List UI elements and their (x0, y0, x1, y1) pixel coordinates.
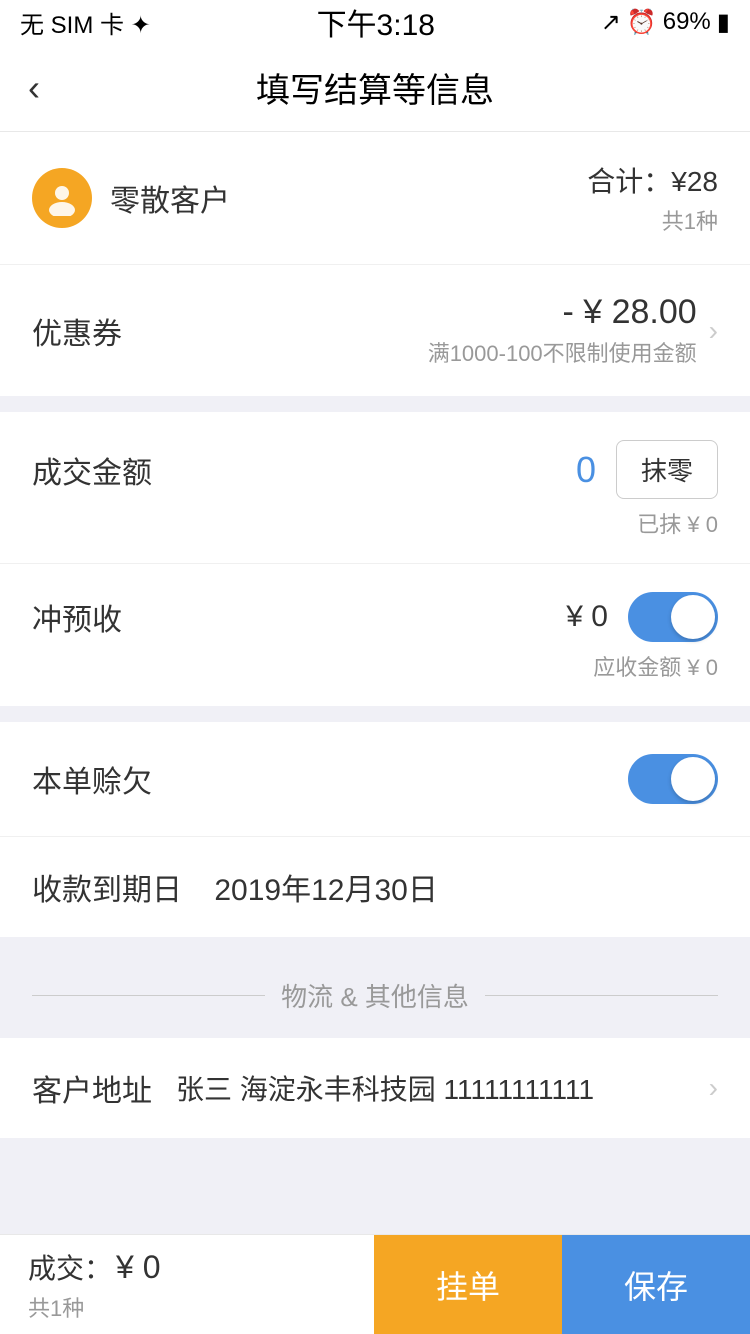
bottom-bar: 成交： ¥ 0 共1种 挂单 保存 (0, 1234, 750, 1334)
status-right: ↗ ⏰ 69% ▮ (601, 8, 730, 37)
deal-label: 成交： (28, 1247, 112, 1287)
coupon-row[interactable]: 优惠券 - ¥ 28.00 满1000-100不限制使用金额 › (0, 264, 750, 396)
bottom-count: 共1种 (28, 1291, 346, 1323)
address-label: 客户地址 (32, 1066, 152, 1110)
address-chevron-icon: › (709, 1072, 718, 1104)
battery-level: 69% (663, 8, 711, 36)
coupon-amount: - ¥ 28.00 (428, 293, 697, 332)
transaction-row: 成交金额 0 抹零 (0, 412, 750, 507)
prepay-row: 冲预收 ¥ 0 (0, 564, 750, 650)
debt-toggle-knob (671, 757, 715, 801)
address-row[interactable]: 客户地址 张三 海淀永丰科技园 11111111111 › (0, 1038, 750, 1138)
coupon-desc: 满1000-100不限制使用金额 (428, 336, 697, 368)
round-button[interactable]: 抹零 (616, 440, 718, 499)
debt-row: 本单赊欠 (0, 722, 750, 836)
debt-toggle[interactable] (628, 754, 718, 804)
status-bar: 无 SIM 卡 ✦ 下午3:18 ↗ ⏰ 69% ▮ (0, 0, 750, 44)
due-date-label: 收款到期日 (32, 874, 182, 907)
nav-bar: ‹ 填写结算等信息 (0, 44, 750, 132)
debt-label: 本单赊欠 (32, 757, 152, 801)
logistics-header: 物流 & 其他信息 (0, 953, 750, 1038)
coupon-detail: - ¥ 28.00 满1000-100不限制使用金额 (428, 293, 697, 368)
prepay-amount: ¥ 0 (566, 600, 608, 634)
toggle-knob (671, 595, 715, 639)
coupon-right: - ¥ 28.00 满1000-100不限制使用金额 › (428, 293, 718, 368)
transaction-value: 0 (576, 449, 596, 491)
address-section: 客户地址 张三 海淀永丰科技园 11111111111 › (0, 1038, 750, 1138)
alarm-icon: ⏰ (627, 8, 657, 37)
address-value: 张三 海淀永丰科技园 11111111111 (176, 1068, 709, 1108)
debt-section: 本单赊欠 收款到期日 2019年12月30日 (0, 722, 750, 937)
total-count: 共1种 (587, 204, 718, 236)
customer-info: 零散客户 (32, 168, 230, 228)
location-icon: ↗ (601, 8, 621, 37)
logistics-label: 物流 & 其他信息 (281, 977, 469, 1014)
prepay-sub: 应收金额 ¥ 0 (0, 650, 750, 706)
pending-button[interactable]: 挂单 (374, 1235, 562, 1334)
status-time: 下午3:18 (317, 0, 435, 44)
customer-total: 合计：¥28 共1种 (587, 160, 718, 236)
total-amount: 合计：¥28 (587, 160, 718, 200)
avatar (32, 168, 92, 228)
battery-icon: ▮ (717, 8, 730, 37)
coupon-label: 优惠券 (32, 309, 122, 353)
customer-section: 零散客户 合计：¥28 共1种 优惠券 - ¥ 28.00 满1000-100不… (0, 132, 750, 396)
bottom-deal-line: 成交： ¥ 0 (28, 1247, 346, 1287)
divider-left (32, 995, 265, 996)
status-left: 无 SIM 卡 ✦ (20, 5, 151, 40)
back-button[interactable]: ‹ (28, 67, 40, 109)
page-title: 填写结算等信息 (256, 63, 494, 112)
transaction-label: 成交金额 (32, 448, 152, 492)
customer-name: 零散客户 (110, 176, 230, 220)
customer-row: 零散客户 合计：¥28 共1种 (0, 132, 750, 264)
bottom-summary: 成交： ¥ 0 共1种 (0, 1235, 374, 1334)
divider-right (485, 995, 718, 996)
logistics-section: 物流 & 其他信息 (0, 953, 750, 1038)
prepay-label: 冲预收 (32, 595, 122, 639)
deal-amount: ¥ 0 (116, 1249, 160, 1286)
transaction-right: 0 抹零 (576, 440, 718, 499)
prepay-toggle[interactable] (628, 592, 718, 642)
chevron-right-icon: › (709, 315, 718, 347)
transaction-section: 成交金额 0 抹零 已抹 ¥ 0 冲预收 ¥ 0 应收金额 ¥ 0 (0, 412, 750, 706)
transaction-sub: 已抹 ¥ 0 (0, 507, 750, 563)
sim-status: 无 SIM 卡 ✦ (20, 5, 151, 40)
due-date-row: 收款到期日 2019年12月30日 (0, 836, 750, 937)
save-button[interactable]: 保存 (562, 1235, 750, 1334)
due-date-value: 2019年12月30日 (214, 874, 437, 907)
prepay-right: ¥ 0 (566, 592, 718, 642)
